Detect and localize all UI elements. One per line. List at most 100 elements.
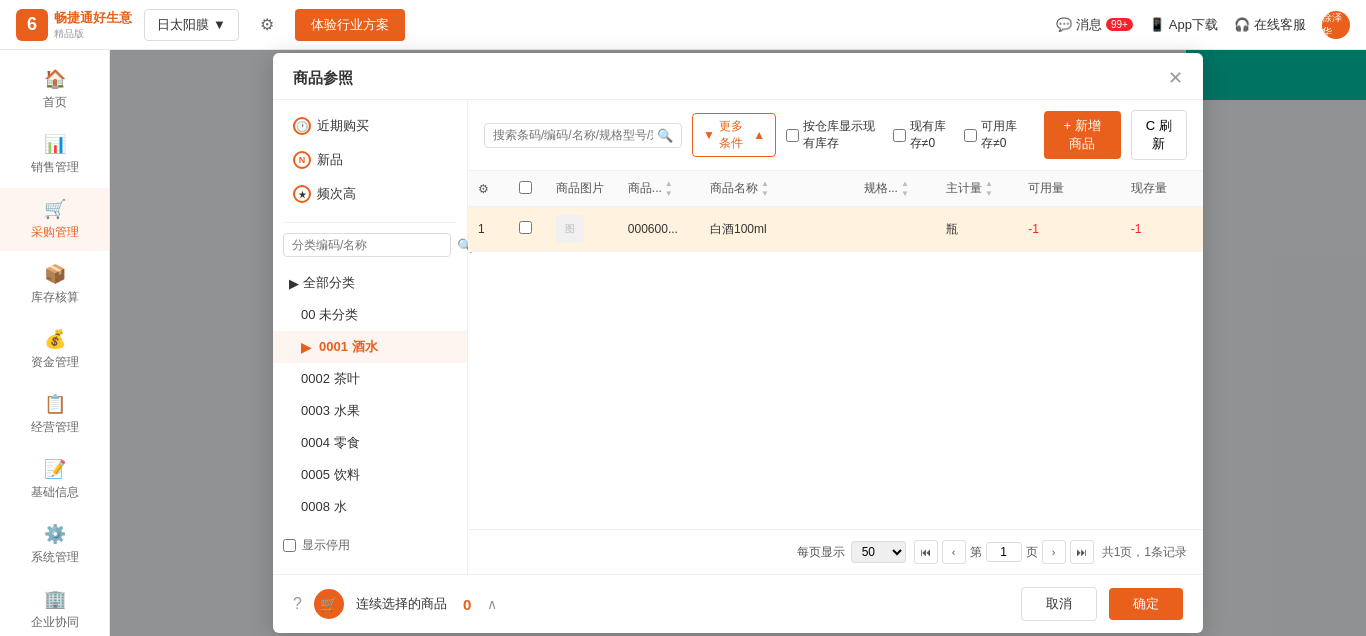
category-all[interactable]: ▶ 全部分类 (273, 267, 467, 299)
page-number-input[interactable] (986, 542, 1022, 562)
cell-seq: 1 (468, 207, 509, 252)
sidebar-item-operation[interactable]: 📋 经营管理 (0, 383, 109, 446)
help-icon[interactable]: ? (293, 595, 302, 613)
category-uncategorized[interactable]: 00 未分类 (273, 299, 467, 331)
refresh-button[interactable]: C 刷新 (1131, 110, 1187, 160)
cell-available: -1 (1018, 207, 1121, 252)
sidebar-label-basic: 基础信息 (31, 484, 79, 501)
th-unit[interactable]: 主计量 ▲▼ (936, 171, 1018, 207)
enterprise-icon: 🏢 (44, 588, 66, 610)
confirm-button[interactable]: 确定 (1109, 588, 1183, 620)
sidebar-item-inventory[interactable]: 📦 库存核算 (0, 253, 109, 316)
filter-button[interactable]: ▼ 更多条件 ▲ (692, 113, 776, 157)
filter-collapse-icon: ▲ (753, 128, 765, 142)
sidebar-item-enterprise[interactable]: 🏢 企业协同 (0, 578, 109, 636)
sidebar-label-enterprise: 企业协同 (31, 614, 79, 631)
expand-icon: ▶ (289, 276, 299, 291)
trial-button[interactable]: 体验行业方案 (295, 9, 405, 41)
add-product-button[interactable]: + 新增商品 (1044, 111, 1121, 159)
warehouse-checkbox-input[interactable] (786, 129, 799, 142)
dropdown-button[interactable]: 日太阳膜 ▼ (144, 9, 239, 41)
app-download-button[interactable]: 📱 App下载 (1149, 16, 1218, 34)
filter-icon: ▼ (703, 128, 715, 142)
th-spec[interactable]: 规格... ▲▼ (854, 171, 936, 207)
page-next-button[interactable]: › (1042, 540, 1066, 564)
show-disabled-input[interactable] (283, 539, 296, 552)
th-image: 商品图片 (546, 171, 618, 207)
select-all-checkbox[interactable] (519, 181, 532, 194)
checkbox-stock-ne0[interactable]: 现有库存≠0 (893, 118, 952, 152)
navbar: 6 畅捷通好生意 精品版 日太阳膜 ▼ ⚙ 体验行业方案 💬 消息 99+ 📱 … (0, 0, 1366, 50)
product-search-icon[interactable]: 🔍 (657, 128, 673, 143)
page-prev-button[interactable]: ‹ (942, 540, 966, 564)
category-snack[interactable]: 0004 零食 (273, 427, 467, 459)
recent-icon: 🕐 (293, 117, 311, 135)
finance-icon: 💰 (44, 328, 66, 350)
basic-icon: 📝 (44, 458, 66, 480)
star-icon: ★ (293, 185, 311, 203)
table-row[interactable]: 1 图 000600... 白酒100ml (468, 207, 1203, 252)
avatar: 徐泽华 (1322, 11, 1350, 39)
user-profile[interactable]: 徐泽华 (1322, 11, 1350, 39)
th-available: 可用量 (1018, 171, 1121, 207)
sidebar-item-system[interactable]: ⚙️ 系统管理 (0, 513, 109, 576)
product-search-wrap: 🔍 (484, 123, 682, 148)
collapse-icon[interactable]: ∧ (487, 596, 497, 612)
th-code[interactable]: 商品... ▲▼ (618, 171, 700, 207)
selected-count: 0 (463, 596, 471, 613)
tab-recent-purchase[interactable]: 🕐 近期购买 (283, 110, 457, 142)
category-fruit[interactable]: 0003 水果 (273, 395, 467, 427)
headset-icon: 🎧 (1234, 17, 1250, 32)
sidebar-item-basic[interactable]: 📝 基础信息 (0, 448, 109, 511)
purchase-icon: 🛒 (44, 198, 66, 220)
tab-new-products[interactable]: N 新品 (283, 144, 457, 176)
cancel-button[interactable]: 取消 (1021, 587, 1097, 621)
modal-toolbar: 🔍 ▼ 更多条件 ▲ 按仓库显示现有库存 (468, 100, 1203, 171)
category-search-input[interactable] (283, 233, 451, 257)
available-ne0-checkbox-input[interactable] (964, 129, 977, 142)
checkbox-warehouse[interactable]: 按仓库显示现有库存 (786, 118, 881, 152)
sidebar-item-finance[interactable]: 💰 资金管理 (0, 318, 109, 381)
category-liquor[interactable]: ▶ 0001 酒水 (273, 331, 467, 363)
th-settings[interactable]: ⚙ (468, 171, 509, 207)
filter-checkboxes: 按仓库显示现有库存 现有库存≠0 可用库存≠0 (786, 118, 1024, 152)
cell-unit: 瓶 (936, 207, 1018, 252)
sidebar-item-sales[interactable]: 📊 销售管理 (0, 123, 109, 186)
sidebar-item-purchase[interactable]: 🛒 采购管理 (0, 188, 109, 251)
cell-spec (854, 207, 936, 252)
page-total: 共1页，1条记录 (1102, 544, 1187, 561)
modal-overlay: 商品参照 ✕ 🕐 近期购买 N (110, 50, 1366, 636)
sidebar-item-home[interactable]: 🏠 首页 (0, 58, 109, 121)
sidebar-label-operation: 经营管理 (31, 419, 79, 436)
product-search-input[interactable] (493, 128, 653, 142)
product-thumbnail: 图 (556, 215, 584, 243)
close-button[interactable]: ✕ (1168, 67, 1183, 89)
messages-button[interactable]: 💬 消息 99+ (1056, 16, 1133, 34)
page-size-select[interactable]: 50 100 200 (851, 541, 906, 563)
messages-badge: 99+ (1106, 18, 1133, 31)
message-icon: 💬 (1056, 17, 1072, 32)
checkbox-available-ne0[interactable]: 可用库存≠0 (964, 118, 1023, 152)
page-last-button[interactable]: ⏭ (1070, 540, 1094, 564)
modal-left-panel: 🕐 近期购买 N 新品 ★ 频次高 (273, 100, 468, 574)
category-tea[interactable]: 0002 茶叶 (273, 363, 467, 395)
cart-button[interactable]: 🛒 (314, 589, 344, 619)
category-beverage[interactable]: 0005 饮料 (273, 459, 467, 491)
sort-arrows-code: ▲▼ (665, 179, 673, 198)
chevron-down-icon: ▼ (213, 17, 226, 32)
stock-ne0-checkbox-input[interactable] (893, 129, 906, 142)
table-settings-icon[interactable]: ⚙ (478, 182, 489, 196)
category-list: ▶ 全部分类 00 未分类 ▶ 0001 酒水 0002 茶 (273, 263, 467, 527)
logo-text: 畅捷通好生意 精品版 (54, 9, 132, 41)
home-icon: 🏠 (44, 68, 66, 90)
gear-icon[interactable]: ⚙ (251, 9, 283, 41)
tab-high-frequency[interactable]: ★ 频次高 (283, 178, 457, 210)
modal-body: 🕐 近期购买 N 新品 ★ 频次高 (273, 100, 1203, 574)
category-water[interactable]: 0008 水 (273, 491, 467, 523)
online-service-button[interactable]: 🎧 在线客服 (1234, 16, 1306, 34)
row-checkbox[interactable] (519, 221, 532, 234)
show-disabled-checkbox[interactable]: 显示停用 (283, 537, 457, 554)
page-first-button[interactable]: ⏮ (914, 540, 938, 564)
th-name[interactable]: 商品名称 ▲▼ (700, 171, 854, 207)
sidebar-label-home: 首页 (43, 94, 67, 111)
